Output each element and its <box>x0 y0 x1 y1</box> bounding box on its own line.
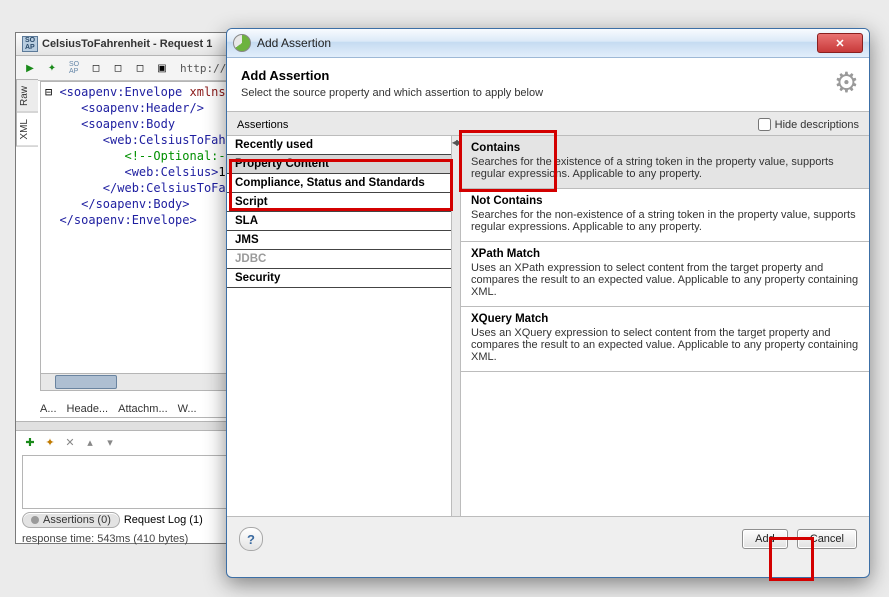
soap-tool-icon[interactable]: SOAP <box>64 58 84 78</box>
stop-icon[interactable]: ◻ <box>86 58 106 78</box>
assertions-tab[interactable]: Assertions (0) <box>22 512 120 528</box>
assertion-category-list[interactable]: Recently usedProperty ContentCompliance,… <box>227 136 452 516</box>
tab-attachments[interactable]: Attachm... <box>118 403 168 415</box>
tab-auth[interactable]: A... <box>40 403 57 415</box>
tool-icon-2[interactable]: ◻ <box>130 58 150 78</box>
category-item[interactable]: Property Content <box>227 155 451 174</box>
category-item[interactable]: SLA <box>227 212 451 231</box>
remove-assertion-icon[interactable]: ✕ <box>62 434 78 450</box>
assertion-type-item[interactable]: Not Contains Searches for the non-existen… <box>461 189 869 242</box>
dialog-header: Add Assertion Select the source property… <box>227 58 869 112</box>
category-item[interactable]: JDBC <box>227 250 451 269</box>
dialog-subbar: Assertions Hide descriptions <box>227 112 869 135</box>
assertion-type-desc: Uses an XPath expression to select conte… <box>471 262 859 298</box>
assertion-type-title: XQuery Match <box>471 313 859 325</box>
side-tab-xml[interactable]: XML <box>16 112 38 147</box>
dialog-heading: Add Assertion <box>241 68 857 83</box>
assertion-type-title: XPath Match <box>471 248 859 260</box>
assertion-type-desc: Searches for the non-existence of a stri… <box>471 209 859 233</box>
request-title: CelsiusToFahrenheit - Request 1 <box>42 38 212 50</box>
app-icon <box>233 34 251 52</box>
add-assertion-dialog: Add Assertion ✕ Add Assertion Select the… <box>226 28 870 578</box>
dialog-titlebar[interactable]: Add Assertion ✕ <box>227 29 869 58</box>
tool-icon-3[interactable]: ▣ <box>152 58 172 78</box>
assertion-type-title: Not Contains <box>471 195 859 207</box>
hide-descriptions-input[interactable] <box>758 118 771 131</box>
category-item[interactable]: Compliance, Status and Standards <box>227 174 451 193</box>
move-down-icon[interactable]: ▾ <box>102 434 118 450</box>
dialog-body: Recently usedProperty ContentCompliance,… <box>227 135 869 517</box>
assertion-type-item[interactable]: XQuery Match Uses an XQuery expression to… <box>461 307 869 372</box>
add-step-button[interactable]: ✦ <box>42 58 62 78</box>
gear-icon: ⚙ <box>834 66 859 99</box>
assertions-label: Assertions <box>237 119 288 131</box>
add-button[interactable]: Add <box>742 529 788 549</box>
category-item[interactable]: Security <box>227 269 451 288</box>
dialog-footer: ? Add Cancel <box>227 517 869 561</box>
hide-descriptions-checkbox[interactable]: Hide descriptions <box>758 118 859 131</box>
side-tabs: Raw XML <box>16 79 38 146</box>
assertion-type-item[interactable]: Contains Searches for the existence of a … <box>461 136 869 189</box>
dialog-window-title: Add Assertion <box>257 36 331 50</box>
split-handle[interactable]: ◀▶ <box>452 136 461 516</box>
assertion-type-title: Contains <box>471 142 859 154</box>
soap-icon: SOAP <box>22 36 38 52</box>
tool-icon-1[interactable]: ◻ <box>108 58 128 78</box>
tab-headers[interactable]: Heade... <box>67 403 109 415</box>
tab-wsa[interactable]: W... <box>178 403 197 415</box>
request-log-tab[interactable]: Request Log (1) <box>124 514 203 526</box>
assertion-type-desc: Searches for the existence of a string t… <box>471 156 859 180</box>
assertion-type-desc: Uses an XQuery expression to select cont… <box>471 327 859 363</box>
category-item[interactable]: Recently used <box>227 136 451 155</box>
move-up-icon[interactable]: ▴ <box>82 434 98 450</box>
category-item[interactable]: Script <box>227 193 451 212</box>
url-field[interactable]: http:// <box>180 62 226 75</box>
help-button[interactable]: ? <box>239 527 263 551</box>
cancel-button[interactable]: Cancel <box>797 529 857 549</box>
dialog-subheading: Select the source property and which ass… <box>241 87 857 99</box>
assertion-type-item[interactable]: XPath Match Uses an XPath expression to s… <box>461 242 869 307</box>
close-button[interactable]: ✕ <box>817 33 863 53</box>
scroll-thumb[interactable] <box>55 375 117 389</box>
assertion-type-list[interactable]: Contains Searches for the existence of a … <box>461 136 869 516</box>
category-item[interactable]: JMS <box>227 231 451 250</box>
add-assertion-button[interactable]: ✚ <box>22 434 38 450</box>
config-assertion-button[interactable]: ✦ <box>42 434 58 450</box>
side-tab-raw[interactable]: Raw <box>16 79 38 113</box>
run-button[interactable]: ▶ <box>20 58 40 78</box>
